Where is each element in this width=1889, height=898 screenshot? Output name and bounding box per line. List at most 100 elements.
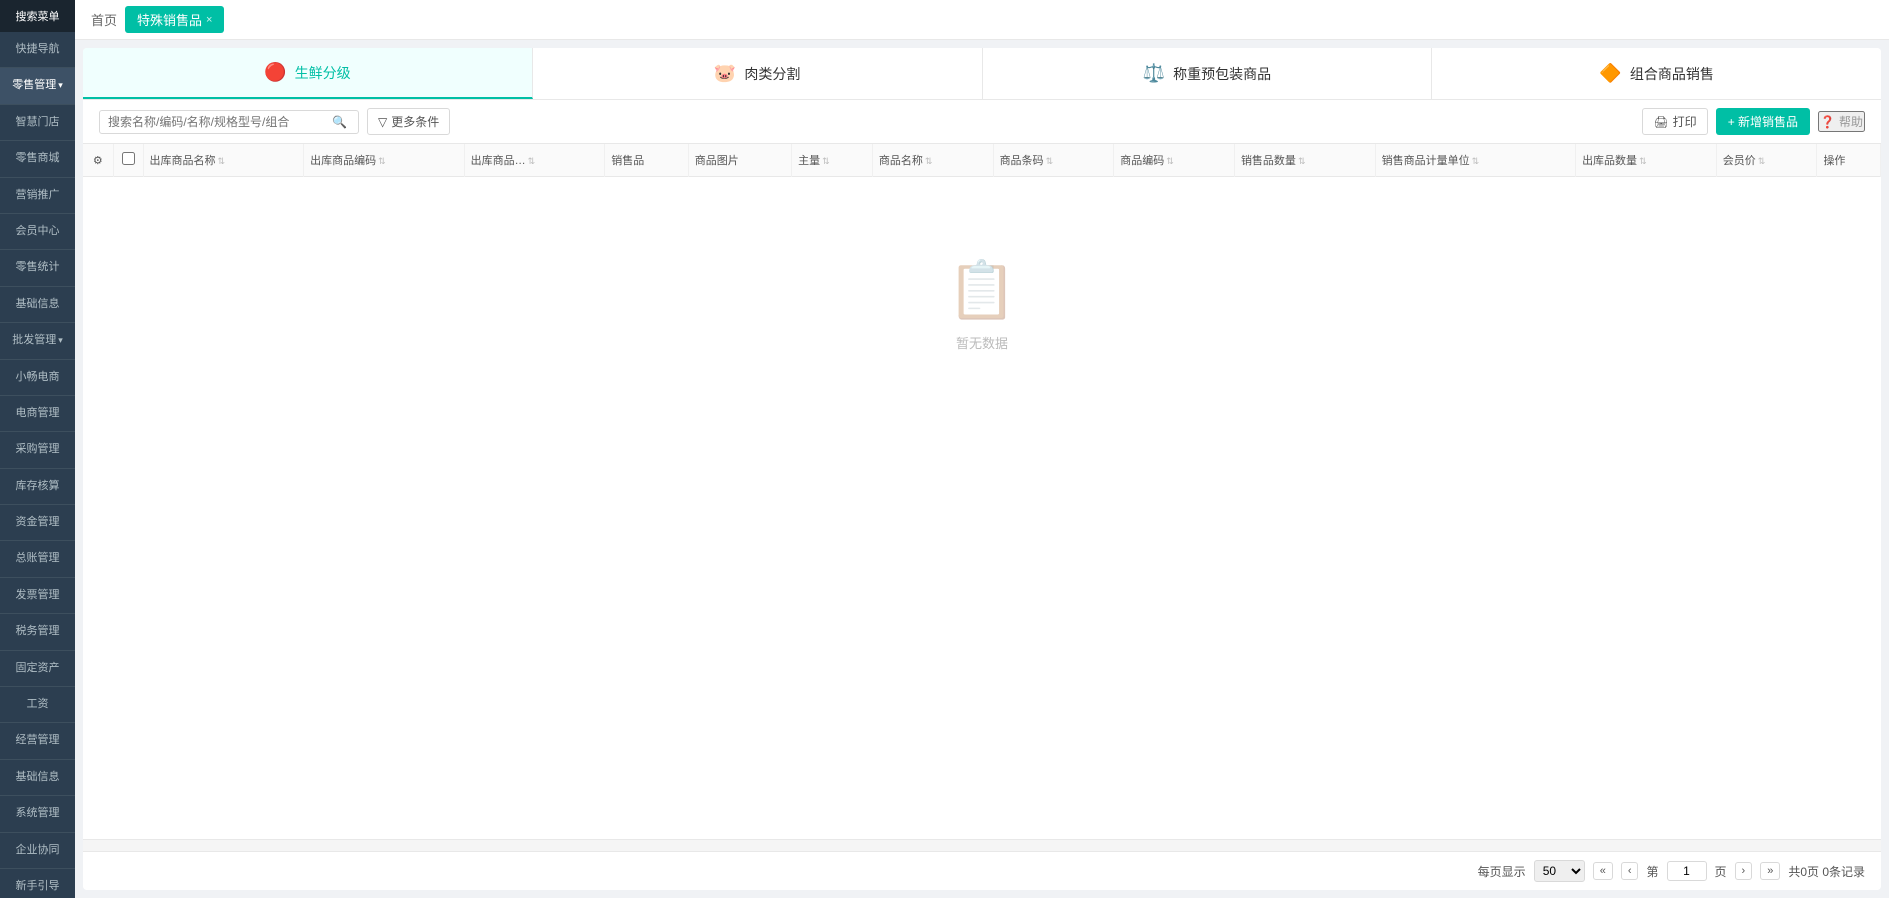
active-tab-label: 特殊销售品: [137, 10, 202, 29]
prev-page-button[interactable]: ‹: [1621, 862, 1639, 880]
table-wrap: ⚙ 出库商品名称⇅ 出库商品编码⇅ 出库商品…⇅ 销售品 商品图片 主量⇅ 商品…: [83, 144, 1881, 839]
th-operations: 操作: [1817, 144, 1881, 177]
tab-fresh-grade[interactable]: 🔴 生鲜分级: [83, 48, 533, 99]
sort-icon-sale-qty: ⇅: [1298, 156, 1306, 166]
th-outbound-qty[interactable]: 出库品数量⇅: [1576, 144, 1717, 177]
sidebar-item-retail-mgmt[interactable]: 零售管理: [0, 68, 75, 104]
sort-icon-main-qty: ⇅: [822, 156, 830, 166]
pagination: 每页显示 50 10 20 100 « ‹ 第 页 › » 共0页 0条记录: [83, 851, 1881, 890]
sidebar-item-fixed-assets[interactable]: 固定资产: [0, 651, 75, 687]
data-table: ⚙ 出库商品名称⇅ 出库商品编码⇅ 出库商品…⇅ 销售品 商品图片 主量⇅ 商品…: [83, 144, 1881, 177]
per-page-select[interactable]: 50 10 20 100: [1534, 860, 1585, 882]
close-tab-icon[interactable]: ×: [206, 14, 212, 26]
th-checkbox[interactable]: [113, 144, 143, 177]
breadcrumb: 首页: [91, 10, 117, 29]
active-tab[interactable]: 特殊销售品 ×: [125, 6, 224, 33]
tab-meat-cut[interactable]: 🐷 肉类分割: [533, 48, 983, 99]
sidebar-item-basic-info2[interactable]: 基础信息: [0, 760, 75, 796]
new-item-label: + 新增销售品: [1728, 113, 1798, 130]
sidebar-item-wholesale[interactable]: 批发管理: [0, 323, 75, 359]
th-operations-label: 操作: [1823, 155, 1845, 167]
print-button[interactable]: 🖨 打印: [1642, 108, 1707, 135]
tab-combo-sale[interactable]: 🔶 组合商品销售: [1432, 48, 1881, 99]
sidebar-item-purchase[interactable]: 采购管理: [0, 432, 75, 468]
empty-state: 📋 暂无数据: [83, 177, 1881, 432]
sidebar-item-salary[interactable]: 工资: [0, 687, 75, 723]
th-main-qty-label: 主量: [798, 155, 820, 167]
sidebar-item-member[interactable]: 会员中心: [0, 214, 75, 250]
th-outbound-extra[interactable]: 出库商品…⇅: [464, 144, 605, 177]
th-settings[interactable]: ⚙: [83, 144, 113, 177]
page-label: 第: [1646, 863, 1658, 880]
th-outbound-extra-label: 出库商品…: [471, 155, 526, 167]
sidebar-item-finance[interactable]: 资金管理: [0, 505, 75, 541]
fresh-grade-icon: 🔴: [264, 62, 286, 83]
sort-icon-outbound-extra: ⇅: [528, 156, 536, 166]
th-product-image-label: 商品图片: [695, 155, 739, 167]
tab-weighed-package[interactable]: ⚖️ 称重预包装商品: [983, 48, 1433, 99]
sort-icon-product-name: ⇅: [925, 156, 933, 166]
help-button[interactable]: ❓ 帮助: [1818, 111, 1865, 132]
sidebar-item-enterprise[interactable]: 企业协同: [0, 833, 75, 869]
th-product-name[interactable]: 商品名称⇅: [872, 144, 993, 177]
th-member-price-label: 会员价: [1723, 155, 1756, 167]
sidebar-item-tax[interactable]: 税务管理: [0, 614, 75, 650]
sidebar-item-marketing[interactable]: 营销推广: [0, 178, 75, 214]
filter-icon: ▽: [378, 115, 387, 129]
total-label: 共0页 0条记录: [1788, 863, 1865, 880]
th-barcode[interactable]: 商品条码⇅: [993, 144, 1114, 177]
sort-icon-barcode: ⇅: [1046, 156, 1054, 166]
tab-combo-sale-label: 组合商品销售: [1630, 64, 1714, 84]
filter-button[interactable]: ▽ 更多条件: [367, 108, 450, 135]
sidebar-item-retail-mall[interactable]: 零售商城: [0, 141, 75, 177]
sidebar-item-system[interactable]: 系统管理: [0, 796, 75, 832]
new-item-button[interactable]: + 新增销售品: [1716, 108, 1810, 135]
sidebar: 搜索菜单 快捷导航 零售管理 智慧门店 零售商城 营销推广 会员中心 零售统计 …: [0, 0, 75, 898]
select-all-checkbox[interactable]: [122, 152, 135, 165]
th-member-price[interactable]: 会员价⇅: [1716, 144, 1817, 177]
th-sale-unit[interactable]: 销售商品计量单位⇅: [1375, 144, 1575, 177]
horizontal-scrollbar[interactable]: [83, 839, 1881, 851]
sidebar-item-inventory[interactable]: 库存核算: [0, 469, 75, 505]
th-outbound-code[interactable]: 出库商品编码⇅: [304, 144, 465, 177]
content-panel: 🔴 生鲜分级 🐷 肉类分割 ⚖️ 称重预包装商品 🔶 组合商品销售 🔍: [83, 48, 1881, 890]
th-outbound-name-label: 出库商品名称: [150, 155, 216, 167]
th-product-name-label: 商品名称: [879, 155, 923, 167]
sidebar-item-newbie[interactable]: 新手引导: [0, 869, 75, 898]
th-product-code-label: 商品编码: [1120, 155, 1164, 167]
last-page-button[interactable]: »: [1760, 862, 1780, 880]
meat-cut-icon: 🐷: [714, 63, 736, 84]
th-outbound-qty-label: 出库品数量: [1582, 155, 1637, 167]
print-icon: 🖨: [1653, 115, 1668, 129]
help-icon: ❓: [1820, 115, 1835, 129]
toolbar: 🔍 ▽ 更多条件 🖨 打印 + 新增销售品 ❓ 帮助: [83, 100, 1881, 144]
weighed-package-icon: ⚖️: [1143, 63, 1165, 84]
sidebar-item-retail-stats[interactable]: 零售统计: [0, 250, 75, 286]
category-tabs: 🔴 生鲜分级 🐷 肉类分割 ⚖️ 称重预包装商品 🔶 组合商品销售: [83, 48, 1881, 100]
sidebar-item-operation[interactable]: 经营管理: [0, 723, 75, 759]
topbar: 首页 特殊销售品 ×: [75, 0, 1889, 40]
th-sale-qty[interactable]: 销售品数量⇅: [1234, 144, 1375, 177]
sidebar-item-ecommerce-mgmt[interactable]: 电商管理: [0, 396, 75, 432]
th-product-code[interactable]: 商品编码⇅: [1114, 144, 1235, 177]
th-outbound-name[interactable]: 出库商品名称⇅: [143, 144, 304, 177]
sidebar-item-basic-info[interactable]: 基础信息: [0, 287, 75, 323]
sidebar-item-smart-store[interactable]: 智慧门店: [0, 105, 75, 141]
sidebar-item-ledger[interactable]: 总账管理: [0, 541, 75, 577]
sidebar-item-invoice[interactable]: 发票管理: [0, 578, 75, 614]
print-label: 打印: [1673, 113, 1697, 130]
sidebar-item-ecommerce-small[interactable]: 小畅电商: [0, 360, 75, 396]
sidebar-logo[interactable]: 搜索菜单: [0, 0, 75, 32]
th-main-qty[interactable]: 主量⇅: [792, 144, 873, 177]
filter-label: 更多条件: [391, 113, 439, 130]
sidebar-item-quick-nav[interactable]: 快捷导航: [0, 32, 75, 68]
th-product-image: 商品图片: [688, 144, 791, 177]
page-suffix: 页: [1715, 863, 1727, 880]
main-area: 首页 特殊销售品 × 🔴 生鲜分级 🐷 肉类分割 ⚖️ 称重预包装商品 🔶 组合…: [75, 0, 1889, 898]
page-input[interactable]: [1667, 861, 1707, 881]
first-page-button[interactable]: «: [1593, 862, 1613, 880]
search-input[interactable]: [108, 115, 328, 129]
per-page-label: 每页显示: [1478, 863, 1526, 880]
th-sale-item: 销售品: [605, 144, 688, 177]
next-page-button[interactable]: ›: [1735, 862, 1753, 880]
